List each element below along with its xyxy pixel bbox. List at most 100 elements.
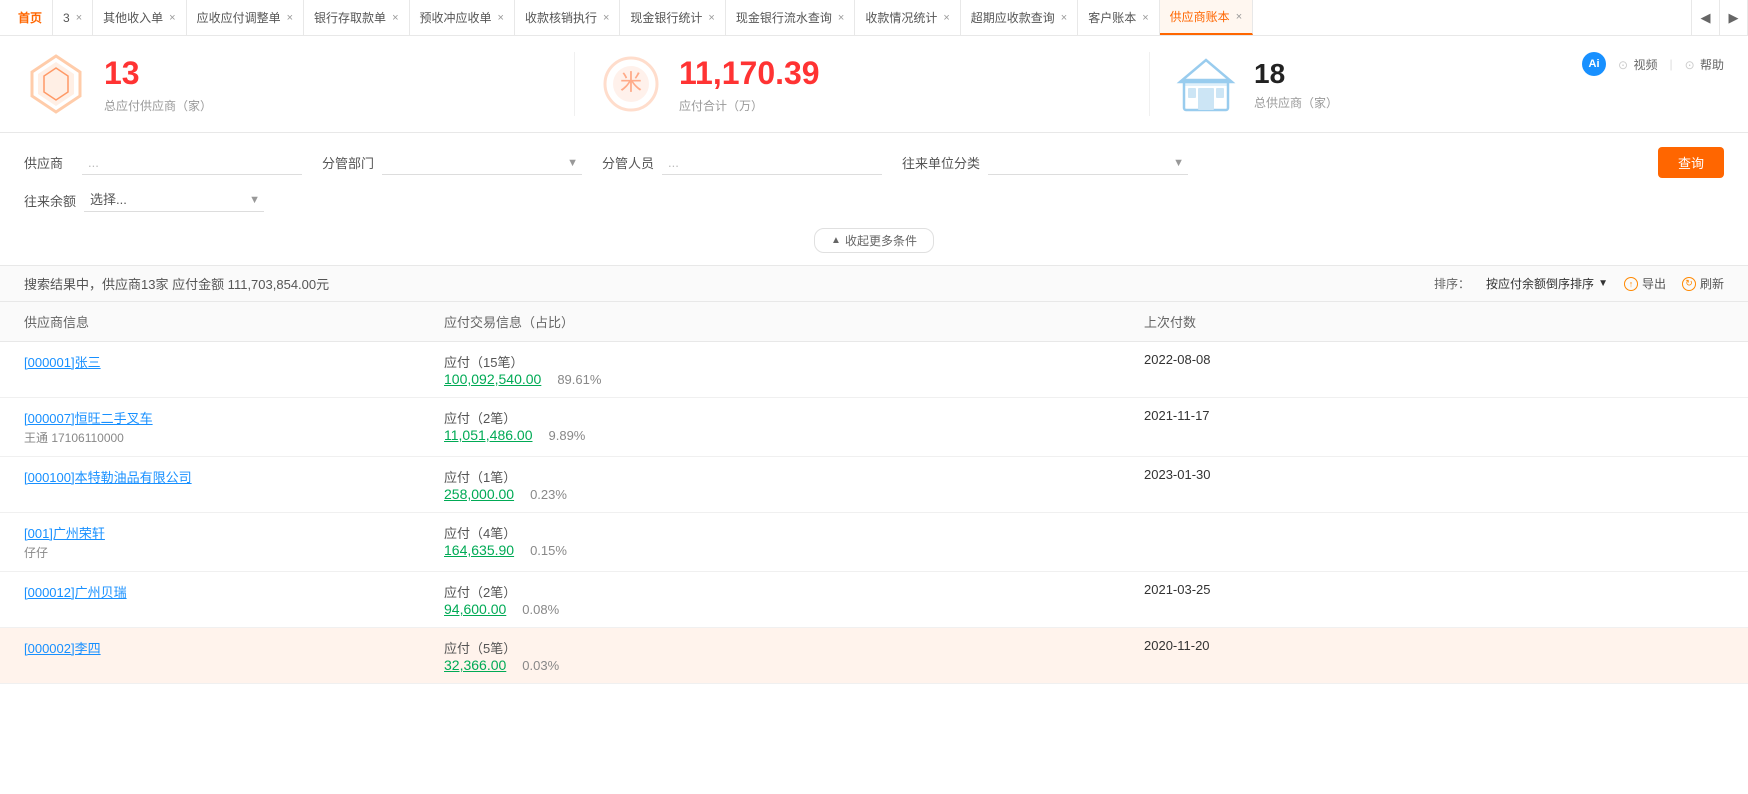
nav-tab-close-8[interactable]: ×: [838, 12, 844, 24]
stat-label-1: 总应付供应商（家）: [104, 97, 212, 114]
extra-cell-2: [1562, 457, 1748, 513]
nav-tab-close-10[interactable]: ×: [1061, 12, 1067, 24]
export-icon: ↑: [1624, 277, 1638, 291]
nav-tab-close-1[interactable]: ×: [76, 12, 82, 24]
nav-tab-9[interactable]: 收款情况统计×: [855, 0, 960, 35]
stat-info-1: 13 总应付供应商（家）: [104, 54, 212, 113]
amount-link-3[interactable]: 164,635.90: [444, 542, 514, 558]
nav-tab-0[interactable]: 首页: [8, 0, 53, 35]
supplier-label: 供应商: [24, 153, 74, 172]
amount-link-2[interactable]: 258,000.00: [444, 486, 514, 502]
nav-tab-close-12[interactable]: ×: [1236, 11, 1242, 23]
page-wrapper: 首页3×其他收入单×应收应付调整单×银行存取款单×预收冲应收单×收款核销执行×现…: [0, 0, 1748, 794]
table-row: [000001]张三应付（15笔）100,092,540.0089.61%202…: [0, 342, 1748, 398]
tx-pct-0: 89.61%: [557, 372, 601, 387]
top-nav: 首页3×其他收入单×应收应付调整单×银行存取款单×预收冲应收单×收款核销执行×现…: [0, 0, 1748, 36]
help-link[interactable]: ⊙ 帮助: [1685, 56, 1724, 73]
tx-label-5: 应付（5笔）: [444, 641, 516, 656]
category-field: 往来单位分类 ▼: [902, 151, 1188, 175]
stat-number-3: 18: [1254, 57, 1338, 91]
nav-tab-close-4[interactable]: ×: [392, 12, 398, 24]
nav-arrow-left[interactable]: ◀: [1692, 0, 1720, 35]
tx-label-1: 应付（2笔）: [444, 411, 516, 426]
results-bar: 搜索结果中，供应商13家 应付金额 111,703,854.00元 排序： 按应…: [0, 266, 1748, 302]
table-row: [000100]本特勒油品有限公司应付（1笔）258,000.000.23%20…: [0, 457, 1748, 513]
supplier-link-1[interactable]: [000007]恒旺二手叉车: [24, 411, 153, 426]
nav-tab-close-2[interactable]: ×: [169, 12, 175, 24]
refresh-button[interactable]: ↻ 刷新: [1682, 275, 1724, 292]
person-input[interactable]: [662, 151, 882, 175]
collapse-up-icon: ▲: [831, 235, 841, 246]
dept-select[interactable]: [382, 151, 582, 175]
nav-tab-6[interactable]: 收款核销执行×: [515, 0, 620, 35]
person-field: 分管人员: [602, 151, 882, 175]
tx-cell-1: 应付（2笔）11,051,486.009.89%: [420, 398, 1120, 457]
last-payment-cell-0: 2022-08-08: [1120, 342, 1562, 398]
nav-tab-close-3[interactable]: ×: [287, 12, 293, 24]
nav-tab-10[interactable]: 超期应收款查询×: [961, 0, 1078, 35]
table-row: [000007]恒旺二手叉车王通 17106110000应付（2笔）11,051…: [0, 398, 1748, 457]
nav-tab-3[interactable]: 应收应付调整单×: [187, 0, 304, 35]
data-table: 供应商信息应付交易信息（占比）上次付数 [000001]张三应付（15笔）100…: [0, 302, 1748, 684]
stat-number-2: 11,170.39: [679, 54, 820, 92]
collapse-bar: ▲ 收起更多条件: [24, 222, 1724, 255]
amount-link-1[interactable]: 11,051,486.00: [444, 427, 533, 443]
tx-pct-3: 0.15%: [530, 543, 567, 558]
query-button[interactable]: 查询: [1658, 147, 1724, 178]
extra-cell-4: [1562, 572, 1748, 628]
last-payment-cell-2: 2023-01-30: [1120, 457, 1562, 513]
results-summary: 搜索结果中，供应商13家 应付金额 111,703,854.00元: [24, 274, 1434, 293]
col-header-extra: [1562, 302, 1748, 342]
balance-field: 往来余额 选择... ▼: [24, 188, 264, 212]
nav-tab-2[interactable]: 其他收入单×: [93, 0, 186, 35]
nav-tab-close-11[interactable]: ×: [1142, 12, 1148, 24]
nav-tab-7[interactable]: 现金银行统计×: [620, 0, 725, 35]
table-container: 供应商信息应付交易信息（占比）上次付数 [000001]张三应付（15笔）100…: [0, 302, 1748, 794]
tx-cell-3: 应付（4笔）164,635.90 0.15%: [420, 513, 1120, 572]
table-body: [000001]张三应付（15笔）100,092,540.0089.61%202…: [0, 342, 1748, 684]
supplier-link-5[interactable]: [000002]李四: [24, 641, 101, 656]
sort-select[interactable]: 按应付余额倒序排序 ▼: [1486, 275, 1608, 292]
nav-arrow-right[interactable]: ▶: [1720, 0, 1748, 35]
supplier-link-3[interactable]: [001]广州荣轩: [24, 526, 105, 541]
stats-banner: 13 总应付供应商（家） 米 11,170.39 应付合计（万）: [0, 36, 1748, 133]
balance-select-wrapper: 选择... ▼: [84, 188, 264, 212]
nav-tab-11[interactable]: 客户账本×: [1078, 0, 1159, 35]
nav-tab-8[interactable]: 现金银行流水查询×: [726, 0, 855, 35]
table-row: [000012]广州贝瑞应付（2笔）94,600.000.08%2021-03-…: [0, 572, 1748, 628]
nav-tab-close-6[interactable]: ×: [603, 12, 609, 24]
stat-icon-diamond: [24, 52, 88, 116]
supplier-cell-1: [000007]恒旺二手叉车王通 17106110000: [0, 398, 420, 457]
nav-tab-12[interactable]: 供应商账本×: [1160, 0, 1253, 35]
supplier-input[interactable]: [82, 151, 302, 175]
nav-tab-5[interactable]: 预收冲应收单×: [410, 0, 515, 35]
category-select[interactable]: [988, 151, 1188, 175]
collapse-button[interactable]: ▲ 收起更多条件: [814, 228, 934, 253]
tx-pct-5: 0.03%: [522, 658, 559, 673]
refresh-label: 刷新: [1700, 275, 1724, 292]
ai-label[interactable]: Ai: [1582, 52, 1606, 76]
nav-tab-close-9[interactable]: ×: [943, 12, 949, 24]
amount-link-4[interactable]: 94,600.00: [444, 601, 506, 617]
amount-link-0[interactable]: 100,092,540.00: [444, 371, 541, 387]
supplier-link-2[interactable]: [000100]本特勒油品有限公司: [24, 470, 192, 485]
balance-select[interactable]: 选择...: [84, 188, 264, 212]
video-link[interactable]: ⊙ 视频: [1618, 56, 1657, 73]
table-row: [000002]李四应付（5笔）32,366.000.03%2020-11-20: [0, 628, 1748, 684]
nav-tab-close-5[interactable]: ×: [498, 12, 504, 24]
supplier-link-4[interactable]: [000012]广州贝瑞: [24, 585, 127, 600]
amount-link-5[interactable]: 32,366.00: [444, 657, 506, 673]
supplier-sub-1: 王通 17106110000: [24, 429, 396, 446]
stat-block-payable-suppliers: 13 总应付供应商（家）: [24, 52, 575, 116]
table-row: [001]广州荣轩仔仔 应付（4笔）164,635.90 0.15%: [0, 513, 1748, 572]
nav-arrows: ◀ ▶: [1691, 0, 1748, 35]
table-head: 供应商信息应付交易信息（占比）上次付数: [0, 302, 1748, 342]
supplier-link-0[interactable]: [000001]张三: [24, 355, 101, 370]
dept-label: 分管部门: [322, 153, 374, 172]
supplier-sub-3: 仔仔: [24, 544, 396, 561]
tx-label-3: 应付（4笔）: [444, 526, 516, 541]
nav-tab-4[interactable]: 银行存取款单×: [304, 0, 409, 35]
nav-tab-1[interactable]: 3×: [53, 0, 93, 35]
export-button[interactable]: ↑ 导出: [1624, 275, 1666, 292]
nav-tab-close-7[interactable]: ×: [708, 12, 714, 24]
